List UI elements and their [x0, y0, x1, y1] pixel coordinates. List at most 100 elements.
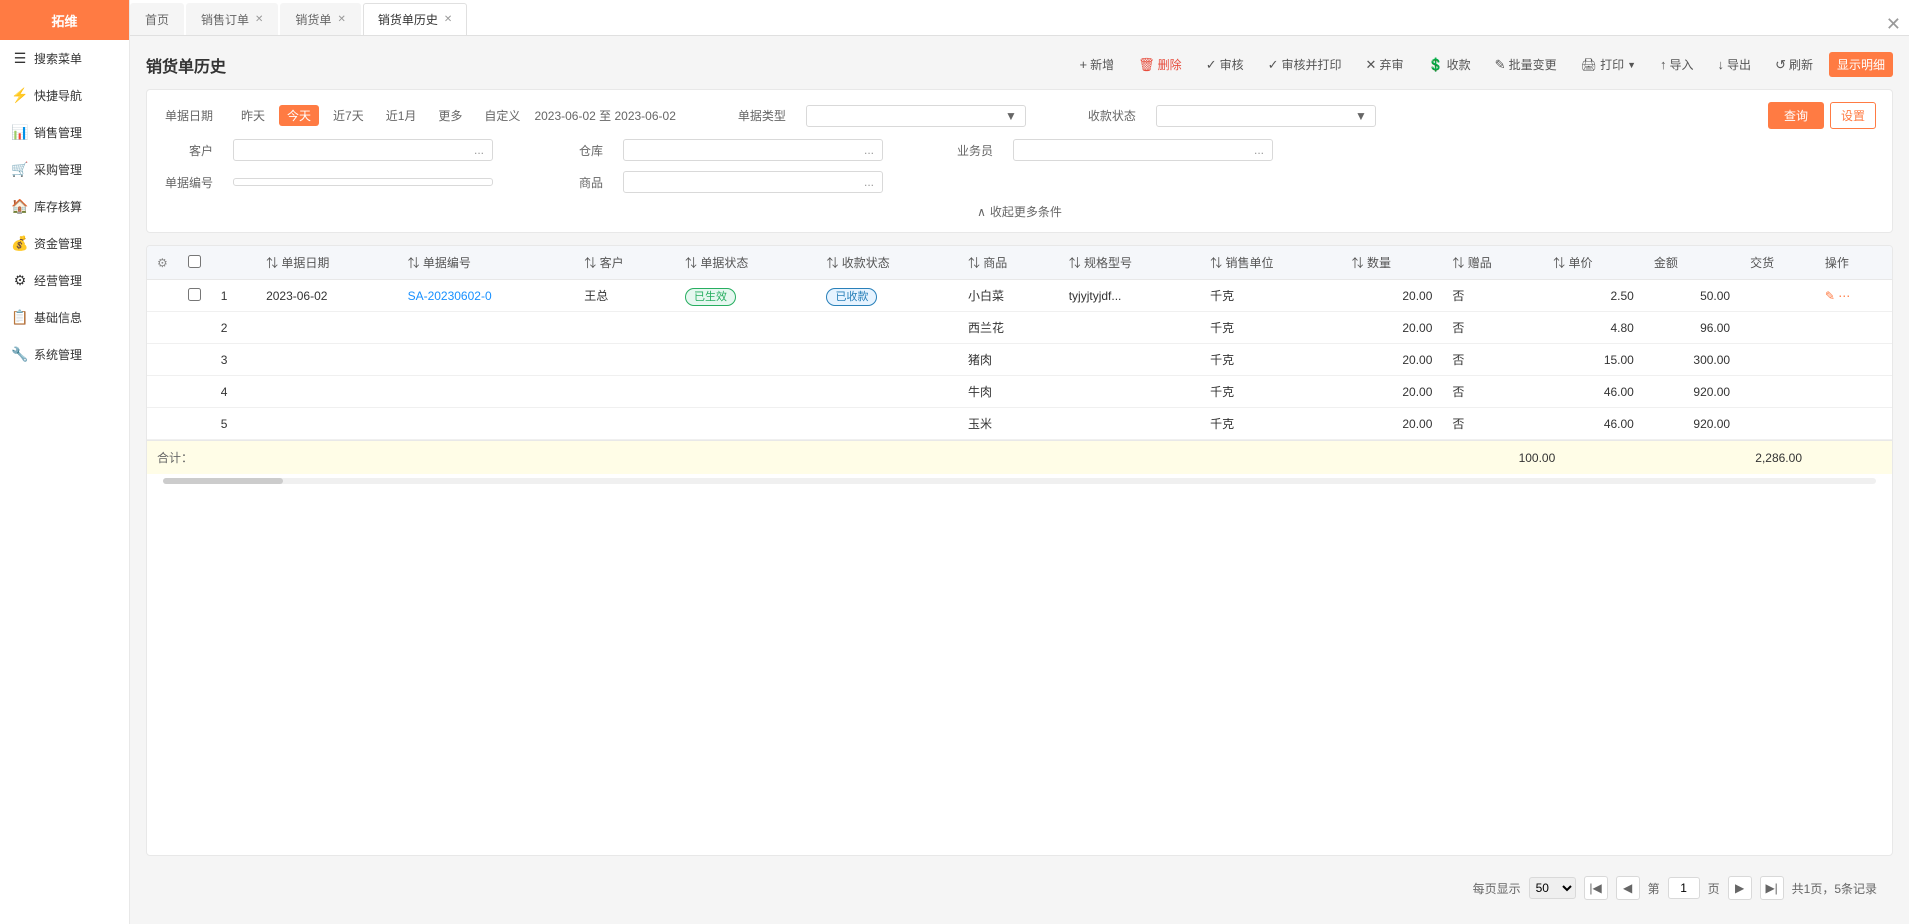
batch-change-button[interactable]: ✎ 批量变更 — [1487, 52, 1565, 77]
main-close-btn[interactable]: ✕ — [1886, 14, 1901, 35]
date-btn-last7days[interactable]: 近7天 — [325, 105, 372, 126]
tab-sales-goods-close[interactable]: ✕ — [337, 14, 345, 25]
page-title: 销货单历史 — [146, 53, 226, 77]
purchase-icon: 🛒 — [12, 162, 28, 178]
row-spec: tyjyjtyjdf... — [1059, 280, 1200, 312]
operations-icon: ⚙ — [12, 273, 28, 289]
row-transaction — [1740, 312, 1815, 344]
tab-sales-goods-history-close[interactable]: ✕ — [444, 14, 452, 25]
customer-input[interactable]: ... — [233, 139, 493, 161]
sidebar-item-operations-mgmt[interactable]: ⚙ 经营管理 — [0, 262, 129, 299]
collect-button[interactable]: 💲 收款 — [1419, 52, 1478, 77]
row-checkbox[interactable] — [188, 288, 201, 301]
tab-sales-goods[interactable]: 销货单 ✕ — [280, 3, 360, 35]
payment-status-header[interactable]: ⇅ 收款状态 — [816, 246, 957, 280]
customer-ellipsis[interactable]: ... — [474, 143, 484, 157]
table-row: 5玉米千克20.00否46.00920.00 — [147, 408, 1892, 440]
customer-header[interactable]: ⇅ 客户 — [574, 246, 675, 280]
table-header-row: ⚙ ⇅ 单据日期 ⇅ 单据编号 ⇅ 客户 ⇅ 单据状态 ⇅ 收款状态 ⇅ 商品 — [147, 246, 1892, 280]
audit-button[interactable]: ✓ 审核 — [1198, 52, 1252, 77]
delete-button[interactable]: 🗑 删除 — [1130, 52, 1190, 77]
sidebar-item-purchase-mgmt[interactable]: 🛒 采购管理 — [0, 151, 129, 188]
select-all-checkbox[interactable] — [188, 255, 201, 268]
checkbox-header[interactable] — [178, 246, 211, 280]
goods-header[interactable]: ⇅ 商品 — [958, 246, 1059, 280]
doc-status-badge: 已生效 — [685, 288, 736, 306]
date-btn-last1month[interactable]: 近1月 — [378, 105, 425, 126]
warehouse-ellipsis[interactable]: ... — [864, 143, 874, 157]
row-unit: 千克 — [1200, 280, 1341, 312]
tab-sales-order-close[interactable]: ✕ — [255, 14, 263, 25]
display-detail-button[interactable]: 显示明细 — [1829, 52, 1893, 77]
sidebar-logo: 拓维 — [0, 0, 129, 40]
sidebar-item-search-menu[interactable]: ☰ 搜索菜单 — [0, 40, 129, 77]
filter-collapse-btn[interactable]: ∧ 收起更多条件 — [163, 203, 1876, 220]
date-btn-custom[interactable]: 自定义 — [476, 105, 528, 126]
salesperson-ellipsis[interactable]: ... — [1254, 143, 1264, 157]
salesperson-input[interactable]: ... — [1013, 139, 1273, 161]
settings-button[interactable]: 设置 — [1830, 102, 1876, 129]
date-btn-more[interactable]: 更多 — [430, 105, 470, 126]
goods-ellipsis[interactable]: ... — [864, 175, 874, 189]
goods-input[interactable]: ... — [623, 171, 883, 193]
last-page-btn[interactable]: ▶| — [1760, 876, 1784, 900]
total-info: 共1页，5条记录 — [1792, 880, 1877, 897]
more-op-btn[interactable]: ⋯ — [1838, 289, 1850, 303]
table-container: ⚙ ⇅ 单据日期 ⇅ 单据编号 ⇅ 客户 ⇅ 单据状态 ⇅ 收款状态 ⇅ 商品 — [146, 245, 1893, 856]
row-amount: 50.00 — [1644, 280, 1740, 312]
spec-header[interactable]: ⇅ 规格型号 — [1059, 246, 1200, 280]
row-gear — [147, 408, 178, 440]
doc-date-header[interactable]: ⇅ 单据日期 — [256, 246, 398, 280]
row-seq: 1 — [211, 280, 256, 312]
import-button[interactable]: ↑ 导入 — [1652, 52, 1702, 77]
sidebar-item-sales-mgmt[interactable]: 📊 销售管理 — [0, 114, 129, 151]
scrollbar-thumb[interactable] — [163, 478, 283, 484]
doc-number-input[interactable] — [233, 178, 493, 186]
refresh-button[interactable]: ↺ 刷新 — [1767, 52, 1821, 77]
print-button[interactable]: 🖨 打印 ▼ — [1573, 52, 1644, 77]
sidebar-item-basic-info[interactable]: 📋 基础信息 — [0, 299, 129, 336]
tab-home[interactable]: 首页 — [130, 3, 184, 35]
query-button[interactable]: 查询 — [1768, 102, 1824, 129]
unit-header[interactable]: ⇅ 销售单位 — [1200, 246, 1341, 280]
add-button[interactable]: + 新增 — [1072, 52, 1123, 77]
row-operation: ✎ ⋯ — [1815, 280, 1892, 312]
import-label: 导入 — [1670, 56, 1694, 73]
sidebar-item-system-mgmt[interactable]: 🔧 系统管理 — [0, 336, 129, 373]
collapse-icon: ∧ — [977, 205, 986, 219]
first-page-btn[interactable]: |◀ — [1584, 876, 1608, 900]
payment-status-select[interactable]: ▼ — [1156, 105, 1376, 127]
next-page-btn[interactable]: ▶ — [1728, 876, 1752, 900]
row-seq: 5 — [211, 408, 256, 440]
sidebar-item-finance-mgmt[interactable]: 💰 资金管理 — [0, 225, 129, 262]
date-btn-yesterday[interactable]: 昨天 — [233, 105, 273, 126]
doc-number-header[interactable]: ⇅ 单据编号 — [398, 246, 575, 280]
tab-sales-order[interactable]: 销售订单 ✕ — [186, 3, 278, 35]
row-gear — [147, 344, 178, 376]
discard-button[interactable]: ✕ 弃审 — [1358, 52, 1412, 77]
quantity-header[interactable]: ⇅ 数量 — [1342, 246, 1443, 280]
sidebar-item-inventory[interactable]: 🏠 库存核算 — [0, 188, 129, 225]
warehouse-input[interactable]: ... — [623, 139, 883, 161]
per-page-select[interactable]: 50 100 — [1529, 877, 1576, 899]
date-btn-today[interactable]: 今天 — [279, 105, 319, 126]
page-number-input[interactable] — [1668, 877, 1700, 899]
audit-print-button[interactable]: ✓ 审核并打印 — [1260, 52, 1350, 77]
gift-header[interactable]: ⇅ 赠品 — [1442, 246, 1543, 280]
doc-type-select[interactable]: ▼ — [806, 105, 1026, 127]
horizontal-scrollbar[interactable] — [163, 478, 1876, 484]
edit-op-btn[interactable]: ✎ — [1825, 289, 1838, 303]
row-checkbox-cell — [178, 408, 211, 440]
doc-status-header[interactable]: ⇅ 单据状态 — [675, 246, 816, 280]
seq-header — [211, 246, 256, 280]
export-button[interactable]: ↓ 导出 — [1710, 52, 1760, 77]
gear-header[interactable]: ⚙ — [147, 246, 178, 280]
prev-page-btn[interactable]: ◀ — [1616, 876, 1640, 900]
row-checkbox-cell — [178, 344, 211, 376]
date-label: 单据日期 — [163, 107, 213, 124]
row-payment-status — [816, 312, 957, 344]
total-amount: 2,286.00 — [1755, 451, 1802, 465]
tab-sales-goods-history[interactable]: 销货单历史 ✕ — [363, 3, 467, 35]
unit-price-header[interactable]: ⇅ 单价 — [1543, 246, 1644, 280]
sidebar-item-quick-nav[interactable]: ⚡ 快捷导航 — [0, 77, 129, 114]
